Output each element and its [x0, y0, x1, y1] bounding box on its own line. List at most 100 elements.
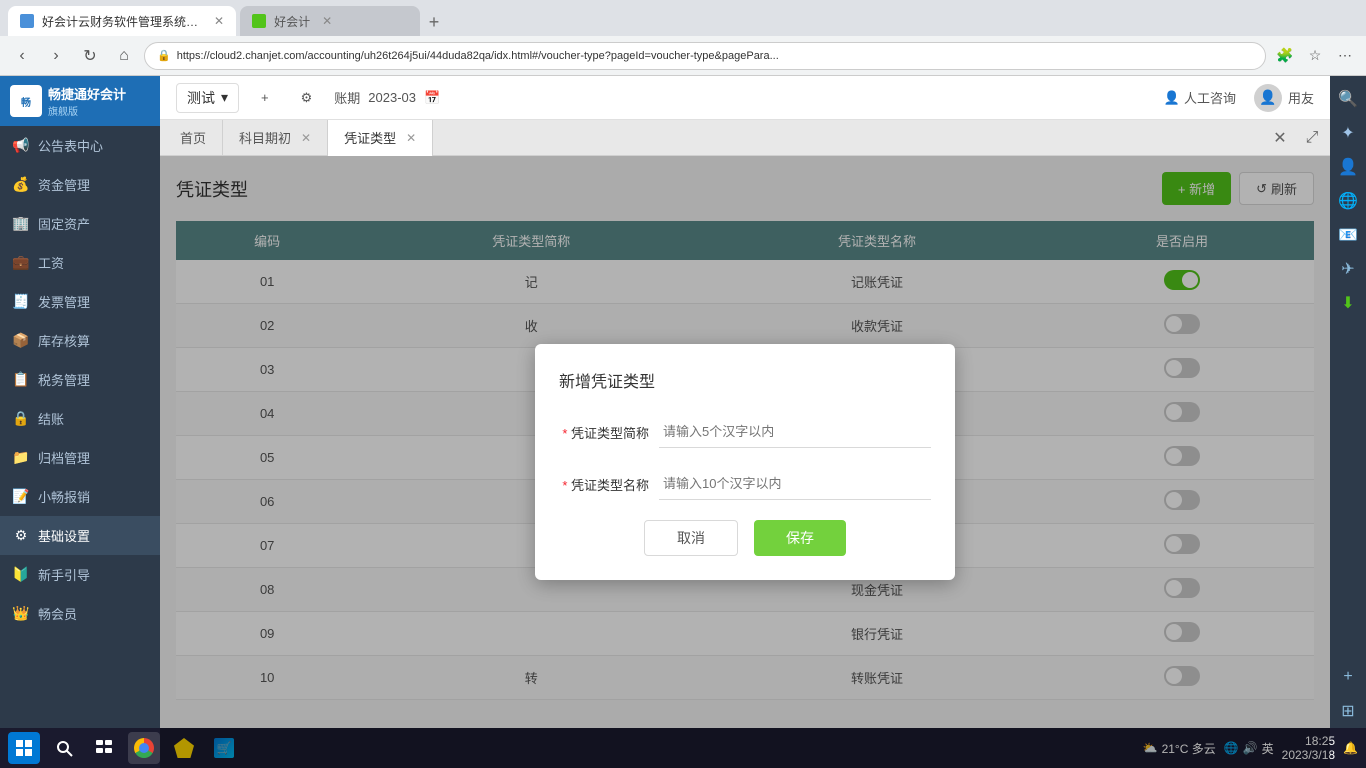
- sidebar-item-close[interactable]: 🔒 结账: [0, 399, 160, 438]
- sidebar-item-announcement[interactable]: 📢 公告表中心: [0, 126, 160, 165]
- tab-voucher-type-close[interactable]: ✕: [406, 131, 416, 145]
- sidebar-nav: 📢 公告表中心 💰 资金管理 🏢 固定资产 💼 工资 🧾 发票管理 📦: [0, 126, 160, 730]
- form-label-name: 凭证类型名称: [559, 475, 659, 494]
- sidebar-item-label-close: 结账: [38, 409, 64, 428]
- sidebar-item-tax[interactable]: 📋 税务管理: [0, 360, 160, 399]
- tab-title-2: 好会计: [274, 13, 310, 30]
- company-selector[interactable]: 测试 ▾: [176, 83, 239, 113]
- tax-icon: 📋: [12, 371, 30, 389]
- sidebar-item-member[interactable]: 👑 畅会员: [0, 594, 160, 633]
- invoice-icon: 🧾: [12, 293, 30, 311]
- app-container: 畅 畅捷通好会计 旗舰版 📢 公告表中心 💰 资金管理 🏢 固定资产 💼: [0, 76, 1366, 768]
- browser-tab-2[interactable]: 好会计 ✕: [240, 6, 420, 36]
- tab-voucher-type[interactable]: 凭证类型 ✕: [328, 120, 433, 156]
- company-selector-dropdown-icon: ▾: [221, 89, 228, 106]
- right-person-icon[interactable]: 👤: [1333, 152, 1363, 182]
- sidebar-item-payroll[interactable]: 💼 工资: [0, 243, 160, 282]
- home-button[interactable]: ⌂: [110, 42, 138, 70]
- tab-subject[interactable]: 科目期初 ✕: [223, 120, 328, 156]
- tab-bar: 好会计云财务软件管理系统_会计 ✕ 好会计 ✕ +: [0, 0, 1366, 36]
- sidebar-item-settings[interactable]: ⚙ 基础设置: [0, 516, 160, 555]
- sidebar-logo: 畅: [10, 85, 42, 117]
- settings-icon: ⚙: [12, 527, 30, 545]
- tab-close-1[interactable]: ✕: [214, 14, 224, 28]
- expand-panel-button[interactable]: ⤢: [1298, 124, 1326, 152]
- sidebar-item-inventory[interactable]: 📦 库存核算: [0, 321, 160, 360]
- tab-voucher-type-label: 凭证类型: [344, 128, 396, 147]
- form-row-abbr: 凭证类型简称: [559, 416, 931, 448]
- url-text: https://cloud2.chanjet.com/accounting/uh…: [177, 50, 1253, 62]
- tab-close-2[interactable]: ✕: [322, 14, 332, 28]
- user-label: 用友: [1288, 88, 1314, 107]
- sidebar-item-label-inventory: 库存核算: [38, 331, 90, 350]
- back-button[interactable]: ‹: [8, 42, 36, 70]
- payroll-icon: 💼: [12, 254, 30, 272]
- taskbar-search-button[interactable]: [48, 732, 80, 764]
- modal-title: 新增凭证类型: [559, 368, 931, 392]
- sidebar-item-expense[interactable]: 📝 小畅报销: [0, 477, 160, 516]
- taskbar-chrome-button[interactable]: [128, 732, 160, 764]
- gear-icon: ⚙: [301, 90, 313, 106]
- sidebar-item-label-guide: 新手引导: [38, 565, 90, 584]
- extensions-button[interactable]: 🧩: [1272, 43, 1298, 69]
- right-search-icon[interactable]: 🔍: [1333, 84, 1363, 114]
- sidebar-item-archive[interactable]: 📁 归档管理: [0, 438, 160, 477]
- url-bar[interactable]: 🔒 https://cloud2.chanjet.com/accounting/…: [144, 42, 1266, 70]
- cancel-button[interactable]: 取消: [644, 520, 738, 556]
- logo-text: 畅: [21, 94, 31, 109]
- start-button[interactable]: [8, 732, 40, 764]
- save-button[interactable]: 保存: [754, 520, 846, 556]
- taskbar-task-view-button[interactable]: [88, 732, 120, 764]
- sidebar-item-label-capital: 资金管理: [38, 175, 90, 194]
- inventory-icon: 📦: [12, 332, 30, 350]
- name-input[interactable]: [659, 468, 931, 500]
- right-send-icon[interactable]: ✈: [1333, 254, 1363, 284]
- browser-menu-button[interactable]: ⋯: [1332, 43, 1358, 69]
- form-label-abbr: 凭证类型简称: [559, 423, 659, 442]
- settings-header-button[interactable]: ⚙: [291, 86, 323, 110]
- tab-subject-label: 科目期初: [239, 128, 291, 147]
- modal-footer: 取消 保存: [559, 520, 931, 556]
- notification-button[interactable]: 🔔: [1343, 741, 1358, 755]
- sidebar-item-label-settings: 基础设置: [38, 526, 90, 545]
- sidebar-item-capital[interactable]: 💰 资金管理: [0, 165, 160, 204]
- browser-tab-1[interactable]: 好会计云财务软件管理系统_会计 ✕: [8, 6, 236, 36]
- abbr-input[interactable]: [659, 416, 931, 448]
- calendar-icon: 📅: [424, 90, 440, 106]
- right-grid-icon[interactable]: ⊞: [1333, 696, 1363, 726]
- sidebar-brand: 畅捷通好会计 旗舰版: [48, 84, 126, 118]
- period-display: 账期 2023-03 📅: [334, 88, 440, 107]
- favorites-button[interactable]: ☆: [1302, 43, 1328, 69]
- sidebar-item-label-payroll: 工资: [38, 253, 64, 272]
- sidebar-item-guide[interactable]: 🔰 新手引导: [0, 555, 160, 594]
- right-add-icon[interactable]: +: [1333, 662, 1363, 692]
- browser-chrome: 好会计云财务软件管理系统_会计 ✕ 好会计 ✕ + ‹ › ↻ ⌂ 🔒 http…: [0, 0, 1366, 76]
- add-company-button[interactable]: +: [251, 86, 279, 109]
- minimize-panel-button[interactable]: ✕: [1266, 124, 1294, 152]
- page-tabs: 首页 科目期初 ✕ 凭证类型 ✕ ✕ ⤢: [160, 120, 1330, 156]
- tab-subject-close[interactable]: ✕: [301, 131, 311, 145]
- app-header: 测试 ▾ + ⚙ 账期 2023-03 📅 👤 人工咨询 👤: [160, 76, 1330, 120]
- right-outlook-icon[interactable]: 📧: [1333, 220, 1363, 250]
- user-menu[interactable]: 👤 用友: [1254, 84, 1314, 112]
- right-download-icon[interactable]: ⬇: [1333, 288, 1363, 318]
- period-label: 账期: [334, 88, 360, 107]
- forward-button[interactable]: ›: [42, 42, 70, 70]
- sidebar-item-label-invoice: 发票管理: [38, 292, 90, 311]
- consult-button[interactable]: 👤 人工咨询: [1154, 84, 1246, 111]
- security-icon: 🔒: [157, 49, 171, 62]
- sidebar-item-label-announcement: 公告表中心: [38, 136, 103, 155]
- right-star-icon[interactable]: ✦: [1333, 118, 1363, 148]
- sidebar-item-fixed-assets[interactable]: 🏢 固定资产: [0, 204, 160, 243]
- new-tab-button[interactable]: +: [420, 8, 448, 36]
- fixed-assets-icon: 🏢: [12, 215, 30, 233]
- consult-icon: 👤: [1164, 90, 1180, 106]
- reload-button[interactable]: ↻: [76, 42, 104, 70]
- header-actions: 👤 人工咨询 👤 用友: [1154, 84, 1314, 112]
- modal-overlay: 新增凭证类型 凭证类型简称 凭证类型名称 取消 保存: [160, 156, 1330, 768]
- right-sidebar: 🔍 ✦ 👤 🌐 📧 ✈ ⬇ + ⊞ ⚙: [1330, 76, 1366, 768]
- right-chrome-icon[interactable]: 🌐: [1333, 186, 1363, 216]
- sidebar-item-invoice[interactable]: 🧾 发票管理: [0, 282, 160, 321]
- tab-home[interactable]: 首页: [164, 120, 223, 156]
- sidebar-item-label-expense: 小畅报销: [38, 487, 90, 506]
